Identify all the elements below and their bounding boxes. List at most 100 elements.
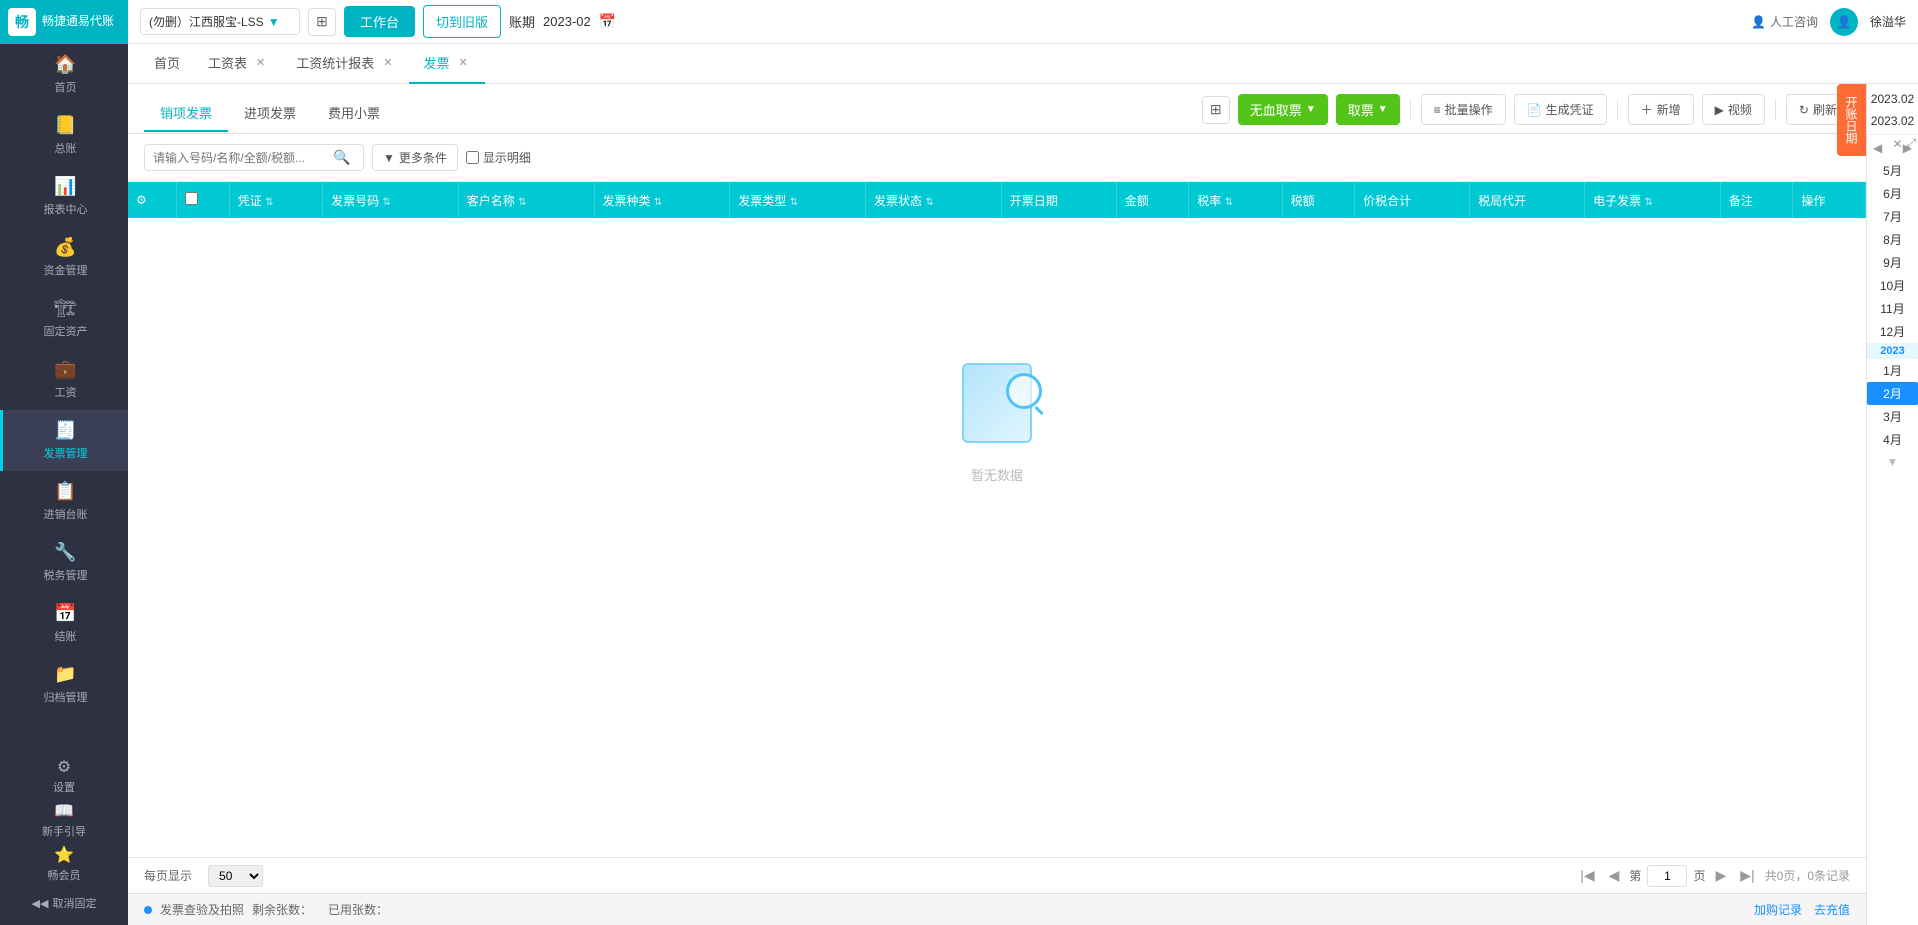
new-button[interactable]: ＋ 新增: [1628, 94, 1694, 125]
more-filter-button[interactable]: ▼ 更多条件: [372, 144, 458, 171]
search-input[interactable]: [153, 151, 333, 165]
col-action[interactable]: 操作: [1793, 182, 1866, 218]
sidebar-item-funds[interactable]: 💰 资金管理: [0, 227, 128, 288]
month-2-active[interactable]: 2月: [1867, 382, 1918, 405]
sidebar-item-sales[interactable]: 📋 进销台账: [0, 471, 128, 532]
support-icon: 👤: [1751, 15, 1766, 29]
sidebar-nav: 🏠 首页 📒 总账 📊 报表中心 💰 资金管理 🏗 固定资产 💼 工资 🧾 发票…: [0, 44, 128, 749]
month-1[interactable]: 1月: [1867, 359, 1918, 382]
tab-invoice-close[interactable]: ✕: [456, 55, 471, 70]
empty-text: 暂无数据: [971, 465, 1023, 484]
workspace-button[interactable]: 工作台: [344, 6, 415, 37]
sidebar-item-tax[interactable]: 🔧 税务管理: [0, 532, 128, 593]
col-invoice-type[interactable]: 发票种类 ⇅: [594, 182, 730, 218]
sidebar-item-invoice[interactable]: 🧾 发票管理: [0, 410, 128, 471]
user-avatar[interactable]: 👤: [1830, 8, 1858, 36]
purchase-record-link[interactable]: 加购记录: [1754, 901, 1802, 918]
user-name[interactable]: 徐溢华: [1870, 13, 1906, 30]
sidebar-item-archive[interactable]: 📁 归档管理: [0, 654, 128, 715]
month-12[interactable]: 12月: [1867, 320, 1918, 343]
show-detail-checkbox[interactable]: [466, 151, 479, 164]
year-item-2023-02-second[interactable]: 2023.02: [1867, 110, 1918, 132]
tab-home[interactable]: 首页: [140, 44, 194, 84]
month-9[interactable]: 9月: [1867, 251, 1918, 274]
subtab-expense[interactable]: 费用小票: [312, 95, 396, 132]
panel-scroll-down[interactable]: ▼: [1867, 451, 1918, 473]
recharge-link[interactable]: 去充值: [1814, 901, 1850, 918]
copy-company-button[interactable]: ⊞: [308, 8, 336, 36]
month-7[interactable]: 7月: [1867, 205, 1918, 228]
panel-expand-button[interactable]: ⤢: [1906, 136, 1916, 151]
pin-button[interactable]: ◀◀ 取消固定: [28, 889, 101, 917]
col-tax-code[interactable]: 税局代开: [1470, 182, 1585, 218]
tab-invoice[interactable]: 发票 ✕: [409, 44, 484, 84]
open-period-label: 开账日期: [1844, 96, 1858, 144]
month-6[interactable]: 6月: [1867, 182, 1918, 205]
batch-op-button[interactable]: ≡ 批量操作: [1421, 94, 1506, 125]
col-voucher[interactable]: 凭证 ⇅: [229, 182, 322, 218]
sidebar-label-funds: 资金管理: [44, 262, 88, 278]
calendar-icon[interactable]: 📅: [599, 13, 616, 30]
col-tax[interactable]: 税额: [1282, 182, 1355, 218]
sidebar-item-close[interactable]: 📅 结账: [0, 593, 128, 654]
sidebar-item-salary[interactable]: 💼 工资: [0, 349, 128, 410]
month-11[interactable]: 11月: [1867, 297, 1918, 320]
month-8[interactable]: 8月: [1867, 228, 1918, 251]
col-invoice-no[interactable]: 发票号码 ⇅: [323, 182, 459, 218]
col-invoice-cat[interactable]: 发票类型 ⇅: [730, 182, 866, 218]
next-page-button[interactable]: ▶: [1711, 865, 1730, 886]
per-page-select[interactable]: 50 100 200: [208, 865, 263, 887]
show-detail-label[interactable]: 显示明细: [466, 149, 531, 166]
grid-icon: ⊞: [1210, 101, 1222, 118]
gen-voucher-button[interactable]: 📄 生成凭证: [1514, 94, 1607, 125]
sidebar-item-ledger[interactable]: 📒 总账: [0, 105, 128, 166]
archive-icon: 📁: [54, 664, 76, 685]
subtab-purchase[interactable]: 进项发票: [228, 95, 312, 132]
grid-view-button[interactable]: ⊞: [1202, 96, 1230, 124]
month-10[interactable]: 10月: [1867, 274, 1918, 297]
first-page-button[interactable]: |◀: [1576, 865, 1598, 886]
col-total[interactable]: 价税合计: [1355, 182, 1470, 218]
company-selector[interactable]: (勿删）江西服宝-LSS ▼: [140, 8, 300, 35]
tab-salary-stat[interactable]: 工资统计报表 ✕: [282, 44, 409, 84]
sidebar-item-guide[interactable]: 📖 新手引导: [42, 801, 86, 839]
panel-close-button[interactable]: ✕: [1892, 137, 1902, 151]
sidebar-item-member[interactable]: ⭐ 畅会员: [48, 845, 81, 883]
tab-salary[interactable]: 工资表 ✕: [194, 44, 282, 84]
col-tax-rate[interactable]: 税率 ⇅: [1189, 182, 1282, 218]
month-4[interactable]: 4月: [1867, 428, 1918, 451]
more-filter-label: 更多条件: [399, 149, 447, 166]
sidebar-item-home[interactable]: 🏠 首页: [0, 44, 128, 105]
prev-page-button[interactable]: ◀: [1605, 865, 1624, 886]
col-settings[interactable]: ⚙: [128, 182, 176, 218]
col-remark[interactable]: 备注: [1720, 182, 1793, 218]
sidebar-item-fixed[interactable]: 🏗 固定资产: [0, 288, 128, 349]
no-select-button[interactable]: 无血取票 ▼: [1238, 94, 1328, 125]
open-period-button[interactable]: 开账日期: [1837, 84, 1866, 156]
sidebar-item-settings[interactable]: ⚙ 设置: [53, 757, 75, 795]
tab-salary-stat-close[interactable]: ✕: [380, 55, 395, 70]
video-button[interactable]: ▶ 视频: [1702, 94, 1765, 125]
month-3[interactable]: 3月: [1867, 405, 1918, 428]
year-item-2023-02-top[interactable]: 2023.02: [1867, 88, 1918, 110]
last-page-button[interactable]: ▶|: [1736, 865, 1758, 886]
tab-salary-close[interactable]: ✕: [253, 55, 268, 70]
select-all-checkbox[interactable]: [185, 192, 198, 205]
page-input[interactable]: [1647, 865, 1687, 887]
col-amount[interactable]: 金额: [1116, 182, 1189, 218]
col-invoice-status[interactable]: 发票状态 ⇅: [866, 182, 1002, 218]
sidebar-item-reports[interactable]: 📊 报表中心: [0, 166, 128, 227]
filter-toolbar: 🔍 ▼ 更多条件 显示明细: [128, 134, 1866, 182]
month-5[interactable]: 5月: [1867, 159, 1918, 182]
open-period-container: 开账日期: [1837, 84, 1866, 156]
fetch-button[interactable]: 取票 ▼: [1336, 94, 1400, 125]
sidebar-label-reports: 报表中心: [44, 201, 88, 217]
col-checkbox[interactable]: [176, 182, 229, 218]
sidebar-label-tax: 税务管理: [44, 567, 88, 583]
switch-version-button[interactable]: 切到旧版: [423, 5, 501, 38]
subtab-sales[interactable]: 销项发票: [144, 95, 228, 132]
col-customer[interactable]: 客户名称 ⇅: [458, 182, 594, 218]
support-link[interactable]: 👤 人工咨询: [1751, 13, 1818, 30]
col-e-invoice[interactable]: 电子发票 ⇅: [1585, 182, 1721, 218]
col-open-date[interactable]: 开票日期: [1001, 182, 1116, 218]
